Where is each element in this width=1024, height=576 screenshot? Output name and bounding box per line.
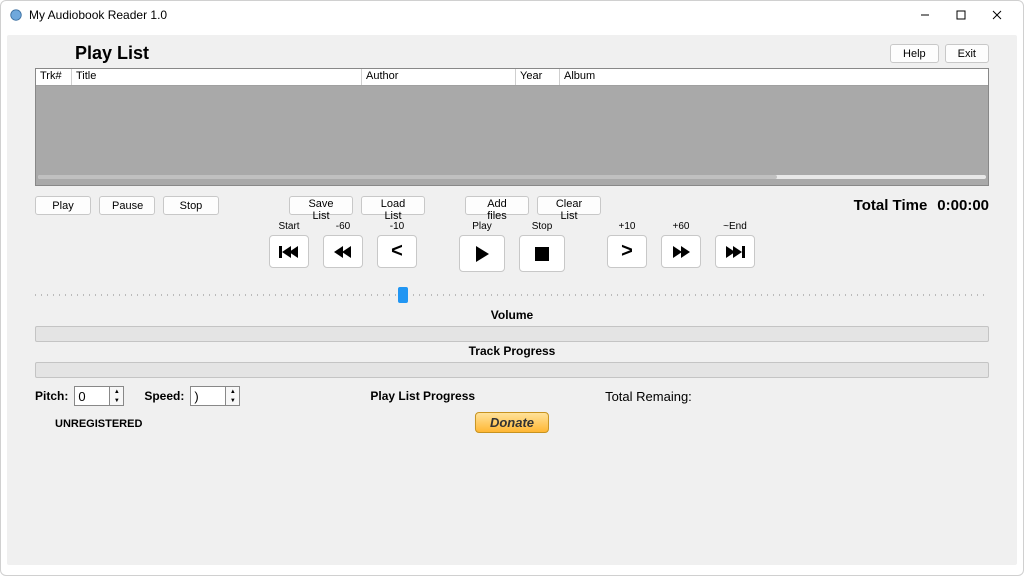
volume-slider[interactable] (35, 286, 989, 306)
fwd60-button[interactable] (661, 235, 701, 268)
pitch-label: Pitch: (35, 389, 68, 403)
end-button[interactable] (715, 235, 755, 268)
speed-input[interactable] (190, 386, 226, 406)
play-label: Play (472, 221, 491, 235)
titlebar[interactable]: My Audiobook Reader 1.0 (1, 1, 1023, 29)
save-list-button[interactable]: Save List (289, 196, 353, 215)
col-author[interactable]: Author (362, 69, 516, 85)
transport-controls: Start -60 -10 < Play Stop +10 > +60 ~End (35, 221, 989, 272)
playlist-body[interactable] (36, 86, 988, 170)
volume-label: Volume (35, 308, 989, 322)
playlist-progress-label: Play List Progress (370, 389, 475, 403)
donate-button[interactable]: Donate (475, 412, 549, 433)
minimize-button[interactable] (907, 3, 943, 27)
help-button[interactable]: Help (890, 44, 939, 63)
track-progress-label: Track Progress (35, 344, 989, 358)
close-button[interactable] (979, 3, 1015, 27)
col-album[interactable]: Album (560, 69, 988, 85)
total-time-value: 0:00:00 (937, 197, 989, 214)
start-button[interactable] (269, 235, 309, 268)
fwd60-label: +60 (673, 221, 690, 235)
stop-button[interactable]: Stop (163, 196, 219, 215)
app-icon (9, 8, 23, 22)
playlist-header: Trk# Title Author Year Album (36, 69, 988, 86)
pitch-input[interactable] (74, 386, 110, 406)
transport-play-button[interactable] (459, 235, 505, 272)
back10-button[interactable]: < (377, 235, 417, 268)
speed-stepper[interactable]: ▲▼ (190, 386, 240, 406)
col-year[interactable]: Year (516, 69, 560, 85)
playlist-progress-bar[interactable] (35, 362, 989, 378)
speed-down[interactable]: ▼ (226, 396, 239, 405)
col-title[interactable]: Title (72, 69, 362, 85)
play-button[interactable]: Play (35, 196, 91, 215)
playlist-hscroll[interactable] (38, 172, 986, 183)
back10-label: -10 (390, 221, 404, 235)
pitch-up[interactable]: ▲ (110, 387, 123, 396)
app-window: My Audiobook Reader 1.0 Play List Help E… (0, 0, 1024, 576)
end-label: ~End (723, 221, 747, 235)
total-time-label: Total Time (854, 197, 928, 214)
track-progress-bar[interactable] (35, 326, 989, 342)
back60-label: -60 (336, 221, 350, 235)
donate-area: Donate (475, 412, 549, 433)
col-trk[interactable]: Trk# (36, 69, 72, 85)
speed-label: Speed: (144, 389, 184, 403)
clear-list-button[interactable]: Clear List (537, 196, 601, 215)
pitch-down[interactable]: ▼ (110, 396, 123, 405)
app-title: My Audiobook Reader 1.0 (29, 8, 907, 22)
transport-stop-button[interactable] (519, 235, 565, 272)
pause-button[interactable]: Pause (99, 196, 155, 215)
maximize-button[interactable] (943, 3, 979, 27)
playlist-heading: Play List (75, 43, 149, 64)
volume-thumb[interactable] (398, 287, 408, 303)
playlist-table[interactable]: Trk# Title Author Year Album (35, 68, 989, 186)
exit-button[interactable]: Exit (945, 44, 989, 63)
total-remaining-label: Total Remaing: (605, 389, 692, 404)
add-files-button[interactable]: Add files (465, 196, 529, 215)
fwd10-label: +10 (619, 221, 636, 235)
back60-button[interactable] (323, 235, 363, 268)
window-controls (907, 3, 1015, 27)
speed-up[interactable]: ▲ (226, 387, 239, 396)
load-list-button[interactable]: Load List (361, 196, 425, 215)
stop-label: Stop (532, 221, 553, 235)
start-label: Start (278, 221, 299, 235)
client-area: Play List Help Exit Trk# Title Author Ye… (7, 35, 1017, 565)
fwd10-button[interactable]: > (607, 235, 647, 268)
pitch-stepper[interactable]: ▲▼ (74, 386, 124, 406)
